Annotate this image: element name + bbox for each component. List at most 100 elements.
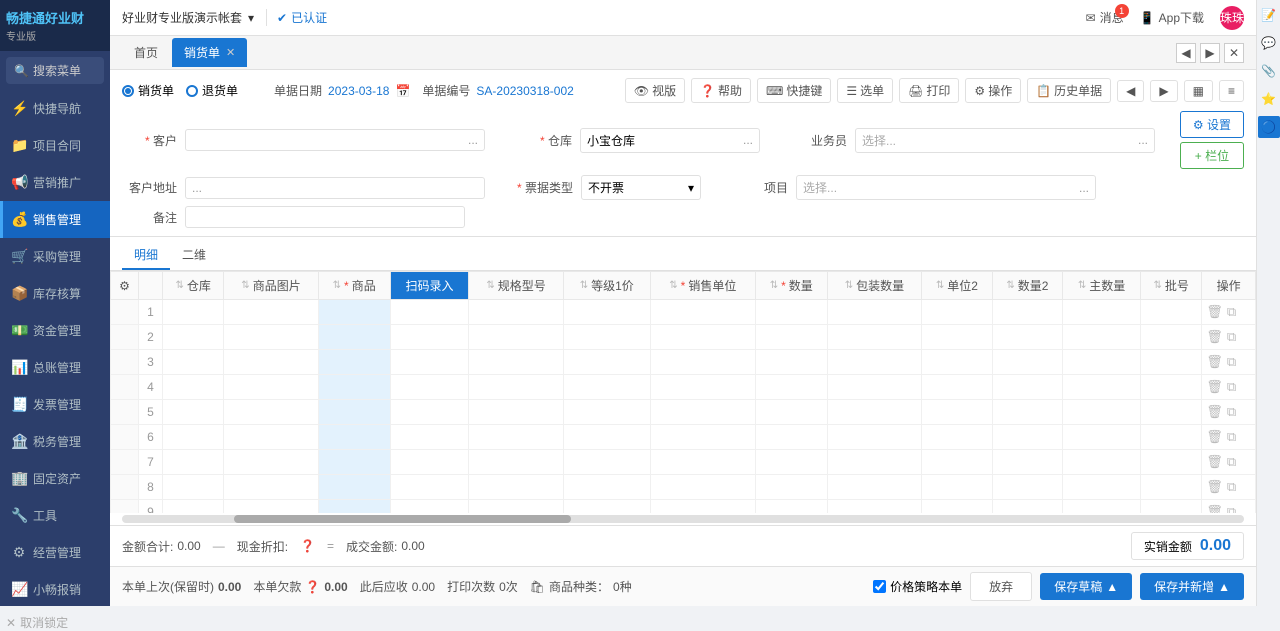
price-policy-checkbox[interactable]: 价格策略本单	[873, 578, 962, 595]
col-spec[interactable]: ⇅规格型号	[469, 272, 563, 300]
toolbar-print-btn[interactable]: 🖨打印	[899, 78, 959, 103]
sidebar-item-assets[interactable]: 🏢 固定资产	[0, 460, 110, 497]
tab-next-btn[interactable]: ▶	[1200, 43, 1220, 63]
sidebar-item-purchase[interactable]: 🛒 采购管理	[0, 238, 110, 275]
sidebar-item-sales[interactable]: 💰 销售管理	[0, 201, 110, 238]
col-qty[interactable]: ⇅*数量	[755, 272, 827, 300]
copy-icon[interactable]: ⧉	[1227, 479, 1236, 495]
copy-icon[interactable]: ⧉	[1227, 354, 1236, 370]
horizontal-scrollbar[interactable]	[122, 515, 1244, 523]
tab-detail[interactable]: 明细	[122, 241, 170, 270]
sidebar-item-operations[interactable]: ⚙ 经营管理	[0, 534, 110, 571]
customer-input[interactable]: ...	[185, 129, 485, 151]
calendar-icon[interactable]: 📅	[395, 84, 410, 98]
tab-close-btn[interactable]: ✕	[1224, 43, 1244, 63]
copy-icon[interactable]: ⧉	[1227, 329, 1236, 345]
sidebar-item-tools[interactable]: 🔧 工具	[0, 497, 110, 534]
cell[interactable]	[318, 375, 390, 400]
doc-date-value[interactable]: 2023-03-18	[328, 84, 389, 98]
sidebar-item-funds[interactable]: 💵 资金管理	[0, 312, 110, 349]
save-new-btn[interactable]: 保存并新增 ▲	[1140, 573, 1244, 600]
message-btn[interactable]: ✉ 1 消息	[1086, 9, 1124, 26]
toolbar-shortcut-btn[interactable]: ⌨快捷键	[757, 78, 831, 103]
right-panel-icon-3[interactable]: 📎	[1258, 60, 1280, 82]
col-scan[interactable]: 扫码录入	[390, 272, 469, 300]
tab-home[interactable]: 首页	[122, 38, 170, 67]
invoice-select[interactable]: 不开票 ▾	[581, 175, 701, 200]
col-pack-qty[interactable]: ⇅包装数量	[827, 272, 921, 300]
right-panel-icon-2[interactable]: 💬	[1258, 32, 1280, 54]
save-draft-btn[interactable]: 保存草稿 ▲	[1040, 573, 1132, 600]
delete-icon[interactable]: 🗑	[1206, 404, 1223, 420]
toolbar-select-btn[interactable]: ☰选单	[837, 78, 893, 103]
col-batch[interactable]: ⇅批号	[1141, 272, 1202, 300]
discard-btn[interactable]: 放弃	[970, 572, 1032, 601]
delete-icon[interactable]: 🗑	[1206, 354, 1223, 370]
cancel-fixed-btn[interactable]: ✕ 取消锁定	[6, 614, 104, 631]
cell[interactable]	[318, 400, 390, 425]
toolbar-list-btn[interactable]: ≡	[1219, 80, 1244, 102]
sidebar-item-marketing[interactable]: 📢 营销推广	[0, 164, 110, 201]
col-unit2[interactable]: ⇅单位2	[922, 272, 993, 300]
tab-close-icon[interactable]: ✕	[226, 46, 235, 59]
scrollbar-thumb[interactable]	[234, 515, 571, 523]
toolbar-history-btn[interactable]: 📋历史单据	[1027, 78, 1111, 103]
col-price[interactable]: ⇅等级1价	[563, 272, 650, 300]
toolbar-prev-btn[interactable]: ◀	[1117, 80, 1144, 102]
sidebar-item-tax[interactable]: 🏦 税务管理	[0, 423, 110, 460]
tab-sales-order[interactable]: 销货单 ✕	[172, 38, 247, 67]
toolbar-help-btn[interactable]: ❓帮助	[691, 78, 751, 103]
col-image[interactable]: ⇅商品图片	[224, 272, 318, 300]
copy-icon[interactable]: ⧉	[1227, 429, 1236, 445]
cell[interactable]	[318, 425, 390, 450]
salesperson-input[interactable]: 选择... ...	[855, 128, 1155, 153]
help-icon-debt[interactable]: ❓	[305, 580, 320, 594]
sidebar-item-reports[interactable]: 📈 小畅报销	[0, 571, 110, 608]
radio-return[interactable]: 退货单	[186, 82, 238, 99]
delete-icon[interactable]: 🗑	[1206, 429, 1223, 445]
search-menu[interactable]: 🔍 搜索菜单	[6, 57, 104, 84]
addcol-btn[interactable]: + 栏位	[1180, 142, 1244, 169]
col-qty2[interactable]: ⇅数量2	[992, 272, 1063, 300]
copy-icon[interactable]: ⧉	[1227, 379, 1236, 395]
col-product[interactable]: ⇅*商品	[318, 272, 390, 300]
remark-input[interactable]	[185, 206, 465, 228]
tab-prev-btn[interactable]: ◀	[1176, 43, 1196, 63]
sidebar-item-invoice[interactable]: 🧾 发票管理	[0, 386, 110, 423]
app-download-btn[interactable]: 📱 App下载	[1140, 9, 1204, 26]
delete-icon[interactable]: 🗑	[1206, 304, 1223, 320]
col-unit[interactable]: ⇅*销售单位	[650, 272, 755, 300]
project-input[interactable]: 选择... ...	[796, 175, 1096, 200]
doc-no-value[interactable]: SA-20230318-002	[476, 84, 573, 98]
delete-icon[interactable]: 🗑	[1206, 329, 1223, 345]
col-warehouse[interactable]: ⇅仓库	[163, 272, 224, 300]
delete-icon[interactable]: 🗑	[1206, 454, 1223, 470]
right-panel-icon-1[interactable]: 📝	[1258, 4, 1280, 26]
toolbar-view-btn[interactable]: 👁视版	[625, 78, 685, 103]
settings-btn[interactable]: ⚙ 设置	[1180, 111, 1244, 138]
cell[interactable]	[318, 475, 390, 500]
delete-icon[interactable]: 🗑	[1206, 504, 1223, 513]
col-main-qty[interactable]: ⇅主数量	[1063, 272, 1141, 300]
right-panel-icon-5[interactable]: 🔵	[1258, 116, 1280, 138]
copy-icon[interactable]: ⧉	[1227, 404, 1236, 420]
delete-icon[interactable]: 🗑	[1206, 379, 1223, 395]
col-settings[interactable]: ⚙	[111, 272, 139, 300]
sidebar-item-projects[interactable]: 📁 项目合同	[0, 127, 110, 164]
tab-2d[interactable]: 二维	[170, 241, 218, 270]
help-icon-footer[interactable]: ❓	[300, 539, 315, 553]
right-panel-icon-4[interactable]: ⭐	[1258, 88, 1280, 110]
copy-icon[interactable]: ⧉	[1227, 454, 1236, 470]
cell[interactable]	[318, 450, 390, 475]
delete-icon[interactable]: 🗑	[1206, 479, 1223, 495]
sidebar-item-inventory[interactable]: 📦 库存核算	[0, 275, 110, 312]
copy-icon[interactable]: ⧉	[1227, 504, 1236, 513]
company-selector[interactable]: 好业财专业版演示帐套 ▾	[122, 9, 267, 26]
sidebar-item-quicknav[interactable]: ⚡ 快捷导航	[0, 90, 110, 127]
toolbar-next-btn[interactable]: ▶	[1150, 80, 1177, 102]
warehouse-input[interactable]: 小宝仓库 ...	[580, 128, 760, 153]
toolbar-grid-btn[interactable]: ▦	[1184, 80, 1213, 102]
user-avatar[interactable]: 珠珠	[1220, 6, 1244, 30]
toolbar-ops-btn[interactable]: ⚙操作	[965, 78, 1021, 103]
address-input[interactable]: ...	[185, 177, 485, 199]
